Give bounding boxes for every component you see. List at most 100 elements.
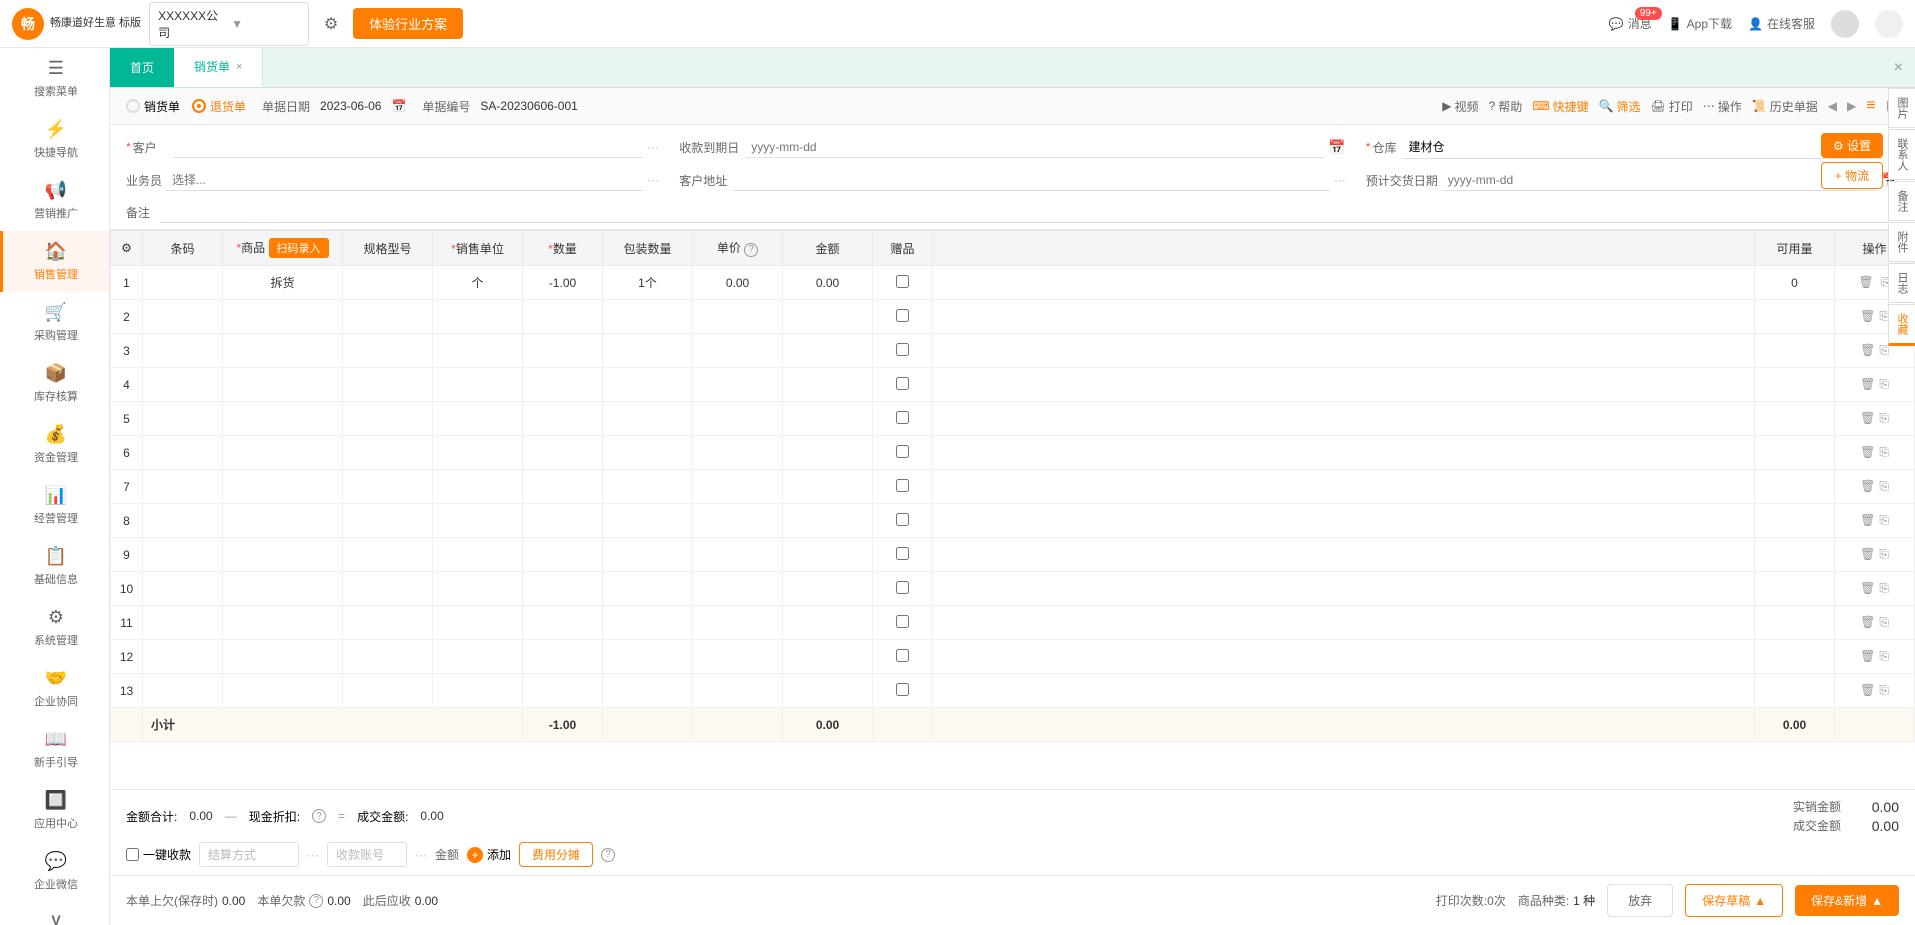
gift-checkbox-1[interactable]	[896, 275, 909, 288]
warehouse-input[interactable]: 建材仓	[1402, 135, 1883, 159]
topbar-right-actions: ▶ 视频 ? 帮助 ⌨ 快捷键 🔍 筛选	[1442, 96, 1899, 116]
operation-btn[interactable]: ⋯ 操作	[1703, 98, 1742, 115]
th-unit: *销售单位	[433, 231, 523, 266]
th-gift: 赠品	[873, 231, 933, 266]
sidebar-item-inventory[interactable]: 📦 库存核算	[0, 353, 109, 414]
avatar-2[interactable]	[1875, 10, 1903, 38]
expected-date-input[interactable]	[1442, 170, 1878, 191]
tab-home[interactable]: 首页	[110, 48, 174, 87]
video-btn[interactable]: ▶ 视频	[1442, 98, 1478, 115]
account-dots[interactable]: ···	[415, 848, 427, 862]
one-click-payment[interactable]: 一键收款	[126, 846, 191, 863]
close-all-icon[interactable]: ×	[1894, 59, 1903, 76]
avatar[interactable]	[1831, 10, 1859, 38]
add-payment-btn[interactable]: + 添加	[467, 846, 511, 863]
amount-1[interactable]: 0.00	[783, 266, 873, 300]
sidebar-item-operations[interactable]: 📊 经营管理	[0, 475, 109, 536]
pack-qty-1[interactable]: 1个	[603, 266, 693, 300]
expense-help-icon[interactable]: ?	[601, 848, 615, 862]
float-btn-image[interactable]: 图片	[1888, 88, 1915, 128]
settlement-dots[interactable]: ···	[307, 848, 319, 862]
footer-right-actions: 打印次数:0次 商品种类: 1 种 放弃 保存草稿 ▲ 保存&新增 ▲	[1436, 884, 1899, 917]
customer-address-input[interactable]	[733, 169, 1330, 191]
delete-icon-1[interactable]: 🗑	[1858, 275, 1873, 289]
sidebar-item-system[interactable]: ⚙ 系统管理	[0, 597, 109, 658]
tab-close-icon[interactable]: ×	[236, 61, 242, 73]
sidebar-item-basic-info[interactable]: 📋 基础信息	[0, 536, 109, 597]
sidebar-item-marketing[interactable]: 📢 营销推广	[0, 170, 109, 231]
customer-dots[interactable]: ···	[647, 140, 659, 154]
salesperson-dots[interactable]: ···	[647, 173, 659, 187]
calendar-icon[interactable]: 📅	[391, 99, 406, 113]
discard-button[interactable]: 放弃	[1607, 884, 1673, 917]
sidebar-item-sales[interactable]: 🏠 销售管理	[0, 231, 109, 292]
help-btn[interactable]: ? 帮助	[1489, 98, 1523, 115]
quantity-1[interactable]: -1.00	[523, 266, 603, 300]
sidebar-item-quick-nav[interactable]: ⚡ 快捷导航	[0, 109, 109, 170]
radio-sales-order[interactable]: 销货单	[126, 98, 180, 115]
cash-discount-help-icon[interactable]: ?	[312, 809, 326, 823]
th-settings[interactable]: ⚙	[111, 231, 143, 266]
salesperson-field: 业务员 ···	[126, 170, 659, 191]
salesperson-input[interactable]	[166, 170, 643, 191]
float-btn-contact[interactable]: 联系人	[1888, 129, 1915, 180]
nav-prev-icon[interactable]: ◀	[1828, 99, 1837, 113]
gift-1[interactable]	[873, 266, 933, 300]
product-1[interactable]: 拆货	[223, 266, 343, 300]
unit-1[interactable]: 个	[433, 266, 523, 300]
sidebar-item-tutorial[interactable]: 📖 新手引导	[0, 719, 109, 780]
scan-button[interactable]: 扫码录入	[269, 238, 329, 258]
shortcut-btn[interactable]: ⌨ 快捷键	[1532, 98, 1588, 115]
payment-checkbox[interactable]	[126, 848, 139, 861]
payment-calendar-icon[interactable]: 📅	[1328, 139, 1345, 156]
spec-1[interactable]	[343, 266, 433, 300]
float-btn-favorite[interactable]: 收藏	[1888, 304, 1915, 346]
payment-date-input[interactable]	[745, 137, 1324, 158]
online-support-button[interactable]: 👤 在线客服	[1748, 15, 1815, 32]
logistics-btn[interactable]: + 物流	[1821, 162, 1883, 189]
delete-icon-2[interactable]: 🗑	[1860, 309, 1875, 323]
filter-btn[interactable]: 🔍 筛选	[1599, 98, 1641, 115]
notes-label: 备注	[126, 204, 150, 221]
address-dots[interactable]: ···	[1334, 173, 1346, 187]
nav-next-icon[interactable]: ▶	[1847, 99, 1856, 113]
total-owe-label: 本单欠款	[257, 892, 305, 909]
expense-split-btn[interactable]: 费用分摊	[519, 842, 593, 867]
sidebar-item-vip[interactable]: V 畅会员	[0, 902, 109, 925]
sidebar-item-finance[interactable]: 💰 资金管理	[0, 414, 109, 475]
table-row: 13🗑⎘	[111, 674, 1915, 708]
customer-input[interactable]	[173, 136, 644, 158]
message-button[interactable]: 💬 消息 99+	[1609, 15, 1652, 32]
sidebar-item-search[interactable]: ☰ 搜索菜单	[0, 48, 109, 109]
notes-1[interactable]	[933, 266, 1755, 300]
product-kind-value: 1 种	[1573, 892, 1595, 909]
unit-price-help-icon[interactable]: ?	[744, 243, 758, 257]
sidebar-item-wechat[interactable]: 💬 企业微信	[0, 841, 109, 902]
float-btn-note[interactable]: 备注	[1888, 181, 1915, 221]
app-download-button[interactable]: 📱 App下载	[1668, 15, 1732, 32]
sidebar-item-enterprise[interactable]: 🤝 企业协同	[0, 658, 109, 719]
notes-input[interactable]	[160, 201, 1899, 223]
radio-return-order[interactable]: 退货单	[192, 98, 246, 115]
tab-close-all[interactable]: ×	[1894, 59, 1915, 77]
account-field[interactable]: 收款账号	[327, 842, 407, 867]
try-button[interactable]: 体验行业方案	[353, 8, 463, 39]
settings-form-btn[interactable]: ⚙ 设置	[1821, 133, 1883, 158]
tab-sales-order[interactable]: 销货单 ×	[174, 48, 263, 87]
draft-button[interactable]: 保存草稿 ▲	[1685, 884, 1783, 917]
float-btn-log[interactable]: 日志	[1888, 263, 1915, 303]
company-selector[interactable]: XXXXXX公司 ▼	[149, 2, 309, 46]
total-owe-help-icon[interactable]: ?	[309, 894, 323, 908]
history-btn[interactable]: 📜 历史单据	[1752, 98, 1818, 115]
unit-price-1[interactable]: 0.00	[693, 266, 783, 300]
float-btn-attachment[interactable]: 附件	[1888, 222, 1915, 262]
save-new-button[interactable]: 保存&新增 ▲	[1795, 885, 1899, 916]
sidebar-item-app-center[interactable]: 🔲 应用中心	[0, 780, 109, 841]
print-toolbar-btn[interactable]: 🖨 打印	[1651, 98, 1693, 115]
settlement-method[interactable]: 结算方式	[199, 842, 299, 867]
barcode-1[interactable]	[143, 266, 223, 300]
gear-button[interactable]: ⚙	[317, 10, 345, 38]
grid-icon: 🔲	[45, 790, 67, 811]
list-view-icon[interactable]: ≡	[1866, 97, 1875, 115]
sidebar-item-purchase[interactable]: 🛒 采购管理	[0, 292, 109, 353]
